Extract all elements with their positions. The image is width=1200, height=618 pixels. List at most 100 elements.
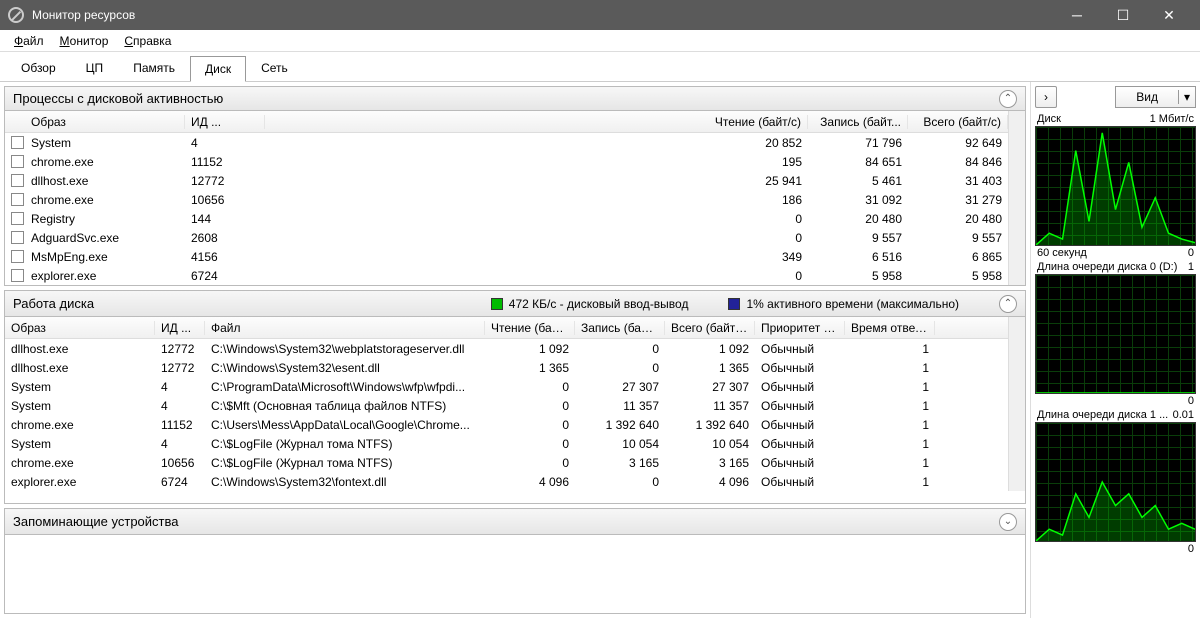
chart-canvas [1035,422,1196,542]
checkbox[interactable] [11,155,24,168]
cell-total: 4 096 [665,475,755,489]
col-image[interactable]: Образ [5,321,155,335]
table-row[interactable]: dllhost.exe 12772 C:\Windows\System32\es… [5,358,1008,377]
tab-cpu[interactable]: ЦП [71,55,119,81]
scrollbar[interactable] [1008,111,1025,285]
table-row[interactable]: System 4 C:\ProgramData\Microsoft\Window… [5,377,1008,396]
cell-write: 84 651 [808,155,908,169]
checkbox[interactable] [11,250,24,263]
chart-scale-label: 0.01 [1173,409,1194,421]
col-resp[interactable]: Время ответ... [845,321,935,335]
cell-image: chrome.exe [25,155,185,169]
cell-total: 10 054 [665,437,755,451]
view-dropdown[interactable]: Вид ▾ [1115,86,1196,108]
cell-image: System [25,136,185,150]
menu-help[interactable]: Справка [116,32,179,50]
cell-write: 5 958 [808,269,908,283]
cell-priority: Обычный [755,475,845,489]
table-row[interactable]: System 4 20 852 71 796 92 649 [5,133,1008,152]
table-row[interactable]: explorer.exe 6724 C:\Windows\System32\fo… [5,472,1008,491]
tab-memory[interactable]: Память [118,55,190,81]
col-write[interactable]: Запись (байт... [575,321,665,335]
cell-write: 3 165 [575,456,665,470]
cell-pid: 144 [185,212,265,226]
col-total[interactable]: Всего (байт/с) [665,321,755,335]
chevron-up-icon[interactable]: ⌃ [999,90,1017,108]
cell-resp: 1 [845,342,935,356]
col-read[interactable]: Чтение (байт... [485,321,575,335]
cell-priority: Обычный [755,380,845,394]
col-total[interactable]: Всего (байт/с) [908,115,1008,129]
checkbox[interactable] [11,212,24,225]
table-row[interactable]: System 4 C:\$Mft (Основная таблица файло… [5,396,1008,415]
cell-file: C:\Windows\System32\fontext.dll [205,475,485,489]
chevron-down-icon: ▾ [1179,90,1195,104]
cell-image: dllhost.exe [25,174,185,188]
col-image[interactable]: Образ [25,115,185,129]
tabbar: Обзор ЦП Память Диск Сеть [0,52,1200,82]
close-button[interactable]: ✕ [1146,0,1192,30]
cell-pid: 4 [155,437,205,451]
panel-storage-header[interactable]: Запоминающие устройства ⌄ [5,509,1025,535]
chart: Длина очереди диска 0 (D:)10 [1035,260,1196,408]
table-row[interactable]: System 4 C:\$LogFile (Журнал тома NTFS) … [5,434,1008,453]
cell-read: 195 [698,155,808,169]
cell-total: 6 865 [908,250,1008,264]
tab-overview[interactable]: Обзор [6,55,71,81]
cell-read: 0 [698,269,808,283]
table-row[interactable]: chrome.exe 10656 186 31 092 31 279 [5,190,1008,209]
cell-image: chrome.exe [5,418,155,432]
tab-disk[interactable]: Диск [190,56,246,82]
chart-canvas [1035,126,1196,246]
cell-read: 0 [485,399,575,413]
cell-read: 0 [485,380,575,394]
maximize-button[interactable]: ☐ [1100,0,1146,30]
tab-network[interactable]: Сеть [246,55,303,81]
cell-total: 31 403 [908,174,1008,188]
checkbox[interactable] [11,193,24,206]
checkbox[interactable] [11,174,24,187]
col-file[interactable]: Файл [205,321,485,335]
table-row[interactable]: chrome.exe 11152 C:\Users\Mess\AppData\L… [5,415,1008,434]
col-priority[interactable]: Приоритет в... [755,321,845,335]
cell-file: C:\$LogFile (Журнал тома NTFS) [205,456,485,470]
panel-disk-activity-header[interactable]: Работа диска 472 КБ/с - дисковый ввод-вы… [5,291,1025,317]
col-pid[interactable]: ИД ... [185,115,265,129]
chart-footer-left: 60 секунд [1037,247,1087,259]
table-row[interactable]: MsMpEng.exe 4156 349 6 516 6 865 [5,247,1008,266]
table-row[interactable]: AdguardSvc.exe 2608 0 9 557 9 557 [5,228,1008,247]
menubar: Файл Монитор Справка [0,30,1200,52]
table-row[interactable]: dllhost.exe 12772 25 941 5 461 31 403 [5,171,1008,190]
chart-footer-right: 0 [1188,395,1194,407]
expand-button[interactable]: › [1035,86,1057,108]
scrollbar[interactable] [1008,317,1025,491]
col-read[interactable]: Чтение (байт/с) [698,115,808,129]
cell-pid: 6724 [185,269,265,283]
table-row[interactable]: Registry 144 0 20 480 20 480 [5,209,1008,228]
panel-processes-header[interactable]: Процессы с дисковой активностью ⌃ [5,87,1025,111]
cell-priority: Обычный [755,399,845,413]
cell-pid: 2608 [185,231,265,245]
cell-total: 20 480 [908,212,1008,226]
chevron-up-icon[interactable]: ⌃ [999,295,1017,313]
cell-read: 0 [485,456,575,470]
cell-total: 1 365 [665,361,755,375]
chevron-down-icon[interactable]: ⌄ [999,513,1017,531]
table-row[interactable]: chrome.exe 10656 C:\$LogFile (Журнал том… [5,453,1008,472]
chart-footer-right: 0 [1188,247,1194,259]
cell-priority: Обычный [755,418,845,432]
table-row[interactable]: dllhost.exe 12772 C:\Windows\System32\we… [5,339,1008,358]
table-row[interactable]: explorer.exe 6724 0 5 958 5 958 [5,266,1008,285]
cell-read: 0 [485,418,575,432]
col-pid[interactable]: ИД ... [155,321,205,335]
cell-file: C:\Windows\System32\esent.dll [205,361,485,375]
table-row[interactable]: chrome.exe 11152 195 84 651 84 846 [5,152,1008,171]
checkbox[interactable] [11,269,24,282]
col-write[interactable]: Запись (байт... [808,115,908,129]
menu-monitor[interactable]: Монитор [52,32,117,50]
panel-storage-title: Запоминающие устройства [13,514,178,529]
checkbox[interactable] [11,136,24,149]
menu-file[interactable]: Файл [6,32,52,50]
checkbox[interactable] [11,231,24,244]
minimize-button[interactable]: ─ [1054,0,1100,30]
